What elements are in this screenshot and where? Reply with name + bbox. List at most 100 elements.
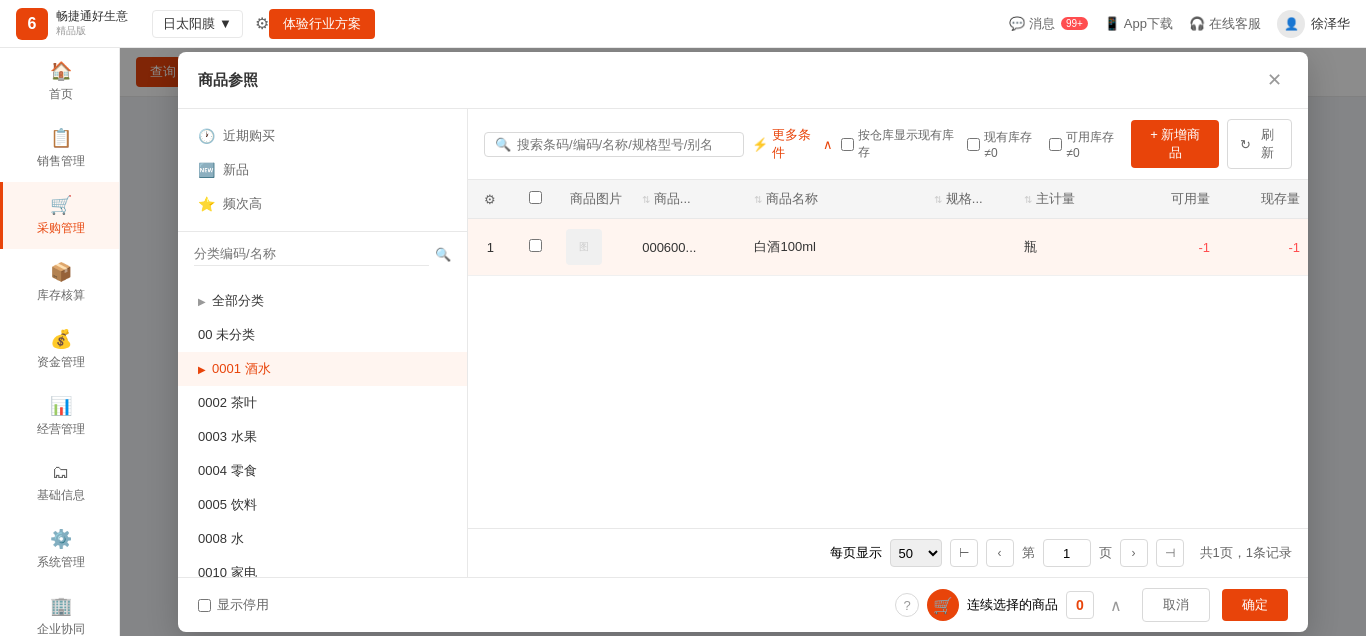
checkbox-warehouse[interactable] xyxy=(841,138,854,151)
col-header-name[interactable]: ⇅ 商品名称 xyxy=(746,180,926,219)
gear-btn[interactable]: ⚙ xyxy=(255,14,269,33)
show-disabled-checkbox[interactable] xyxy=(198,599,211,612)
tab-new[interactable]: 🆕 新品 xyxy=(178,153,467,187)
add-product-btn[interactable]: + 新增商品 xyxy=(1131,120,1219,168)
sidebar-label-enterprise: 企业协同 xyxy=(37,621,85,636)
total-info: 共1页，1条记录 xyxy=(1200,544,1292,562)
product-search-input[interactable] xyxy=(517,137,717,152)
sidebar-item-enterprise[interactable]: 🏢 企业协同 xyxy=(0,583,119,636)
cat-0004[interactable]: 0004 零食 xyxy=(178,454,467,488)
cat-0005[interactable]: 0005 饮料 xyxy=(178,488,467,522)
col-header-settings[interactable]: ⚙ xyxy=(468,180,513,219)
home-icon: 🏠 xyxy=(50,60,72,82)
help-icon[interactable]: ? xyxy=(895,593,919,617)
row-spec xyxy=(926,219,1016,276)
tab-new-label: 新品 xyxy=(223,161,249,179)
modal-title: 商品参照 xyxy=(198,71,258,90)
category-list: ▶ 全部分类 00 未分类 ▶ 0001 酒水 0002 茶 xyxy=(178,276,467,577)
chevron-down-icon: ▼ xyxy=(219,16,232,31)
row-checkbox[interactable] xyxy=(529,239,542,252)
row-name: 白酒100ml xyxy=(746,219,926,276)
sidebar-item-home[interactable]: 🏠 首页 xyxy=(0,48,119,115)
table-header-row: ⚙ 商品图片 ⇅ xyxy=(468,180,1308,219)
logo-text: 畅捷通好生意 xyxy=(56,9,128,25)
tab-recent[interactable]: 🕐 近期购买 xyxy=(178,119,467,153)
tab-frequent-label: 频次高 xyxy=(223,195,262,213)
filter-btn[interactable]: ⚡ 更多条件 ∧ xyxy=(752,126,833,162)
table-row[interactable]: 1 图 000600... 白酒100ml 瓶 -1 -1 xyxy=(468,219,1308,276)
refresh-product-btn[interactable]: ↻ 刷新 xyxy=(1227,119,1292,169)
sidebar-label-assets: 资金管理 xyxy=(37,354,85,371)
service-btn[interactable]: 🎧 在线客服 xyxy=(1189,15,1261,33)
system-icon: ⚙️ xyxy=(50,528,72,550)
basic-icon: 🗂 xyxy=(52,462,70,483)
sidebar-item-assets[interactable]: 💰 资金管理 xyxy=(0,316,119,383)
last-page-btn[interactable]: ⊣ xyxy=(1156,539,1184,567)
category-search-icon[interactable]: 🔍 xyxy=(435,247,451,262)
tab-recent-label: 近期购买 xyxy=(223,127,275,145)
cat-all[interactable]: ▶ 全部分类 xyxy=(178,284,467,318)
sidebar: 🏠 首页 📋 销售管理 🛒 采购管理 📦 库存核算 💰 资金管理 📊 经营管理 … xyxy=(0,48,120,636)
category-search-input[interactable] xyxy=(194,242,429,266)
col-header-spec[interactable]: ⇅ 规格... xyxy=(926,180,1016,219)
cat-0003[interactable]: 0003 水果 xyxy=(178,420,467,454)
select-all-checkbox[interactable] xyxy=(529,191,542,204)
app-download-btn[interactable]: 📱 App下载 xyxy=(1104,15,1173,33)
confirm-button[interactable]: 确定 xyxy=(1222,589,1288,621)
sidebar-label-system: 系统管理 xyxy=(37,554,85,571)
col-header-code[interactable]: ⇅ 商品... xyxy=(634,180,746,219)
cat-all-label: 全部分类 xyxy=(212,292,264,310)
cat-0002[interactable]: 0002 茶叶 xyxy=(178,386,467,420)
product-search-icon: 🔍 xyxy=(495,137,511,152)
cart-label: 连续选择的商品 xyxy=(967,596,1058,614)
sidebar-item-inventory[interactable]: 📦 库存核算 xyxy=(0,249,119,316)
cat-0001-arrow: ▶ xyxy=(198,364,206,375)
cat-0001[interactable]: ▶ 0001 酒水 xyxy=(178,352,467,386)
sidebar-label-inventory: 库存核算 xyxy=(37,287,85,304)
show-disabled-label: 显示停用 xyxy=(217,596,269,614)
cat-0003-label: 0003 水果 xyxy=(198,428,257,446)
enterprise-icon: 🏢 xyxy=(50,595,72,617)
cart-icon-wrap[interactable]: 🛒 xyxy=(927,589,959,621)
sidebar-item-system[interactable]: ⚙️ 系统管理 xyxy=(0,516,119,583)
cat-00[interactable]: 00 未分类 xyxy=(178,318,467,352)
cat-0004-label: 0004 零食 xyxy=(198,462,257,480)
checkbox-avail-group: 可用库存≠0 xyxy=(1049,129,1123,160)
sidebar-item-operations[interactable]: 📊 经营管理 xyxy=(0,383,119,450)
frequent-icon: ⭐ xyxy=(198,196,215,212)
cat-00-label: 00 未分类 xyxy=(198,326,255,344)
cat-0008[interactable]: 0008 水 xyxy=(178,522,467,556)
cancel-button[interactable]: 取消 xyxy=(1142,588,1210,622)
first-page-btn[interactable]: ⊢ xyxy=(950,539,978,567)
sort-icon-name: ⇅ xyxy=(754,194,762,205)
top-nav: 6 畅捷通好生意 精品版 日太阳膜 ▼ ⚙ 体验行业方案 💬 消息 99+ 📱 … xyxy=(0,0,1366,48)
message-btn[interactable]: 💬 消息 99+ xyxy=(1009,15,1088,33)
checkbox-avail-label: 可用库存≠0 xyxy=(1066,129,1123,160)
checkbox-avail-ne0[interactable] xyxy=(1049,138,1062,151)
recent-icon: 🕐 xyxy=(198,128,215,144)
col-header-unit[interactable]: ⇅ 主计量 xyxy=(1016,180,1106,219)
checkbox-stock-ne0[interactable] xyxy=(967,138,980,151)
cat-0010[interactable]: 0010 家电 xyxy=(178,556,467,577)
prev-page-btn[interactable]: ‹ xyxy=(986,539,1014,567)
row-checkbox-cell xyxy=(513,219,558,276)
col-header-stock: 现存量 xyxy=(1218,180,1308,219)
sidebar-item-basic[interactable]: 🗂 基础信息 xyxy=(0,450,119,516)
user-area[interactable]: 👤 徐泽华 xyxy=(1277,10,1350,38)
page-input[interactable] xyxy=(1043,539,1091,567)
sort-icon-unit: ⇅ xyxy=(1024,194,1032,205)
modal-close-button[interactable]: ✕ xyxy=(1260,66,1288,94)
product-search-box: 🔍 xyxy=(484,132,744,157)
fold-btn[interactable]: ∧ xyxy=(1102,591,1130,619)
page-size-select[interactable]: 10 20 50 100 xyxy=(890,539,942,567)
sidebar-item-sales[interactable]: 📋 销售管理 xyxy=(0,115,119,182)
tab-frequent[interactable]: ⭐ 频次高 xyxy=(178,187,467,221)
checkbox-warehouse-label: 按仓库显示现有库存 xyxy=(858,127,959,161)
sidebar-label-operations: 经营管理 xyxy=(37,421,85,438)
trial-btn[interactable]: 体验行业方案 xyxy=(269,9,375,39)
store-selector[interactable]: 日太阳膜 ▼ xyxy=(152,10,243,38)
sidebar-item-purchase[interactable]: 🛒 采购管理 xyxy=(0,182,119,249)
modal-left-panel: 🕐 近期购买 🆕 新品 ⭐ 频次高 xyxy=(178,109,468,577)
next-page-btn[interactable]: › xyxy=(1120,539,1148,567)
page-unit: 页 xyxy=(1099,544,1112,562)
